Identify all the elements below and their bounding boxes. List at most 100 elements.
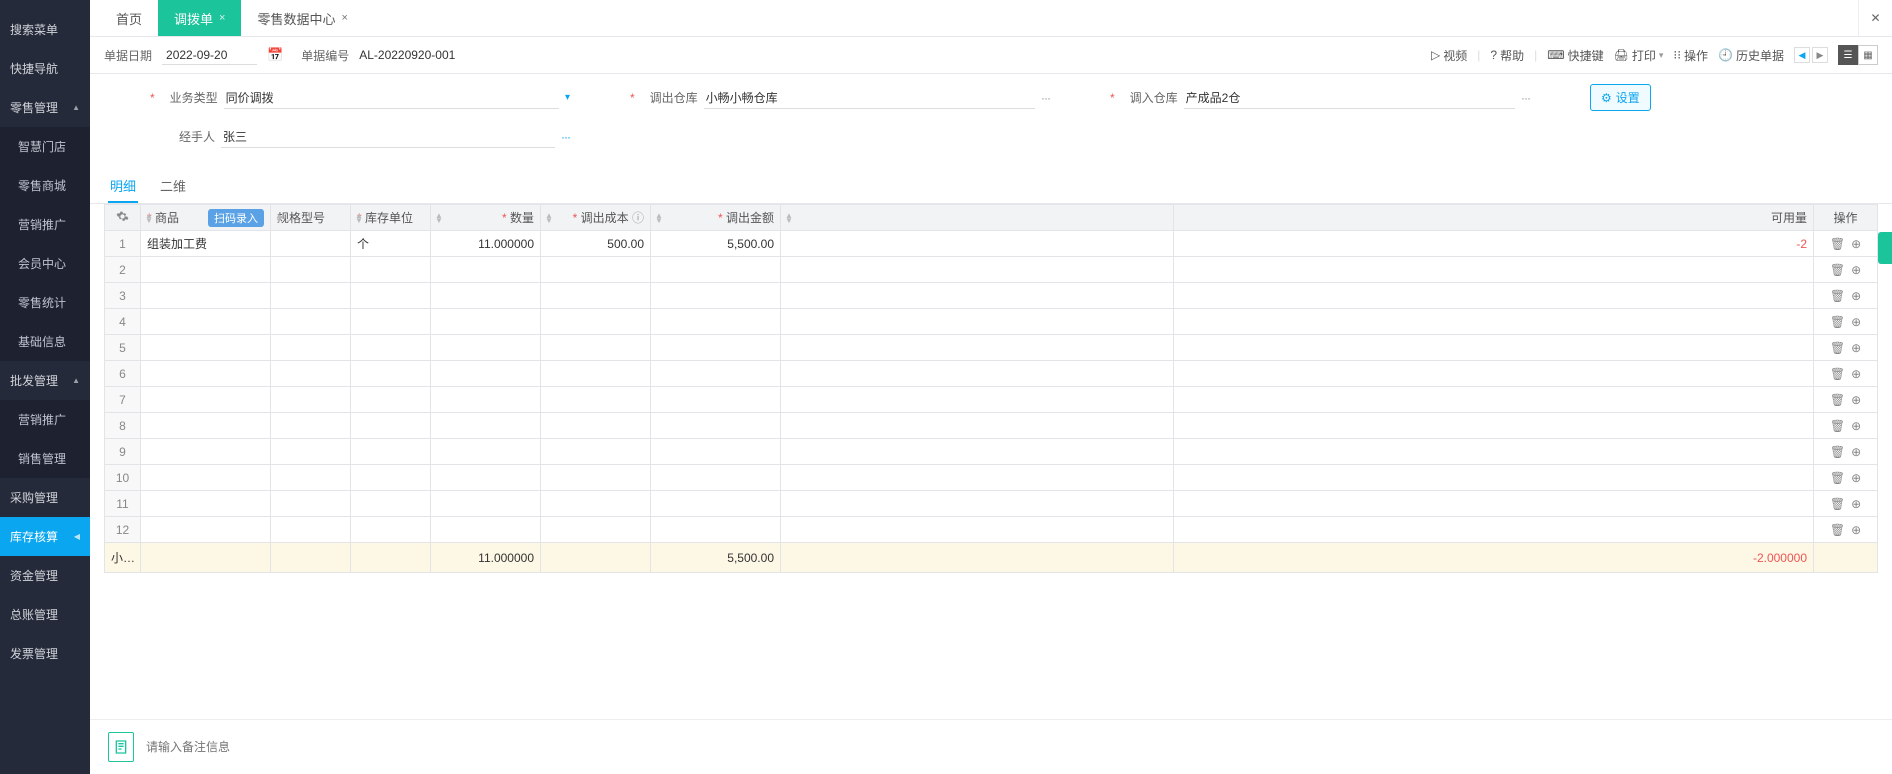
table-row[interactable]: 11🗑⊕ <box>105 491 1878 517</box>
table-row[interactable]: 3🗑⊕ <box>105 283 1878 309</box>
sort-icon: ▲▼ <box>145 213 153 223</box>
handler-input[interactable] <box>221 125 555 148</box>
subtab-明细[interactable]: 明细 <box>108 170 138 203</box>
sidebar-item-搜索菜单[interactable]: 搜索菜单 <box>0 10 90 49</box>
help-link[interactable]: ? 帮助 <box>1490 47 1524 64</box>
view-grid-button[interactable]: ▦ <box>1858 45 1878 65</box>
note-icon[interactable] <box>108 732 134 762</box>
out-wh-input[interactable] <box>704 86 1035 109</box>
delete-row-icon[interactable]: 🗑 <box>1830 497 1845 511</box>
table-row[interactable]: 5🗑⊕ <box>105 335 1878 361</box>
add-row-icon[interactable]: ⊕ <box>1851 263 1861 277</box>
col-amt[interactable]: ▲▼* 调出金额 <box>651 205 781 231</box>
subtab-二维[interactable]: 二维 <box>158 170 188 203</box>
tab-首页[interactable]: 首页 <box>100 0 158 36</box>
close-icon[interactable]: × <box>341 12 347 24</box>
sidebar-item-库存核算[interactable]: 库存核算◀ <box>0 517 90 556</box>
table-row[interactable]: 8🗑⊕ <box>105 413 1878 439</box>
delete-row-icon[interactable]: 🗑 <box>1830 237 1845 251</box>
col-avail[interactable]: 可用量 <box>1174 205 1814 231</box>
right-drawer-handle[interactable] <box>1878 232 1892 264</box>
sidebar-item-智慧门店[interactable]: 智慧门店 <box>0 127 90 166</box>
sidebar-item-零售管理[interactable]: 零售管理▲ <box>0 88 90 127</box>
tab-调拨单[interactable]: 调拨单× <box>158 0 241 36</box>
sidebar-item-营销推广[interactable]: 营销推广 <box>0 400 90 439</box>
table-row[interactable]: 6🗑⊕ <box>105 361 1878 387</box>
close-icon[interactable]: × <box>219 12 225 24</box>
sidebar-item-批发管理[interactable]: 批发管理▲ <box>0 361 90 400</box>
add-row-icon[interactable]: ⊕ <box>1851 367 1861 381</box>
add-row-icon[interactable]: ⊕ <box>1851 237 1861 251</box>
table-row[interactable]: 1组装加工费个11.000000500.005,500.00-2🗑⊕ <box>105 231 1878 257</box>
view-toggle: ☰ ▦ <box>1838 45 1878 65</box>
print-button[interactable]: 🖨 打印 ▾ <box>1614 47 1664 64</box>
table-row[interactable]: 2🗑⊕ <box>105 257 1878 283</box>
sidebar-item-总账管理[interactable]: 总账管理 <box>0 595 90 634</box>
col-product[interactable]: ▲▼ * 商品 扫码录入 <box>141 205 271 231</box>
doc-no-value: AL-20220920-001 <box>359 48 455 62</box>
history-button[interactable]: 🕘 历史单据 <box>1718 47 1784 64</box>
next-doc-button[interactable]: ▶ <box>1812 47 1828 63</box>
add-row-icon[interactable]: ⊕ <box>1851 289 1861 303</box>
sidebar-item-快捷导航[interactable]: 快捷导航 <box>0 49 90 88</box>
delete-row-icon[interactable]: 🗑 <box>1830 393 1845 407</box>
sidebar-item-零售商城[interactable]: 零售商城 <box>0 166 90 205</box>
col-unit[interactable]: ▲▼* 库存单位 <box>351 205 431 231</box>
more-icon[interactable]: ··· <box>1041 91 1050 105</box>
scan-entry-button[interactable]: 扫码录入 <box>208 209 264 227</box>
delete-row-icon[interactable]: 🗑 <box>1830 471 1845 485</box>
delete-row-icon[interactable]: 🗑 <box>1830 263 1845 277</box>
info-icon[interactable]: ⓘ <box>632 211 644 225</box>
hotkey-link[interactable]: ⌨ 快捷键 <box>1547 47 1603 64</box>
table-row[interactable]: 9🗑⊕ <box>105 439 1878 465</box>
more-icon[interactable]: ··· <box>1521 91 1530 105</box>
settings-button[interactable]: ⚙ 设置 <box>1590 84 1651 111</box>
delete-row-icon[interactable]: 🗑 <box>1830 523 1845 537</box>
delete-row-icon[interactable]: 🗑 <box>1830 367 1845 381</box>
sidebar-item-零售统计[interactable]: 零售统计 <box>0 283 90 322</box>
table-row[interactable]: 10🗑⊕ <box>105 465 1878 491</box>
sidebar-item-营销推广[interactable]: 营销推广 <box>0 205 90 244</box>
tab-零售数据中心[interactable]: 零售数据中心× <box>241 0 363 36</box>
add-row-icon[interactable]: ⊕ <box>1851 471 1861 485</box>
sidebar-item-资金管理[interactable]: 资金管理 <box>0 556 90 595</box>
col-qty[interactable]: ▲▼* 数量 <box>431 205 541 231</box>
calendar-icon[interactable]: 📅 <box>267 47 283 63</box>
doc-date-input[interactable] <box>162 46 257 65</box>
add-row-icon[interactable]: ⊕ <box>1851 419 1861 433</box>
delete-row-icon[interactable]: 🗑 <box>1830 445 1845 459</box>
delete-row-icon[interactable]: 🗑 <box>1830 341 1845 355</box>
prev-doc-button[interactable]: ◀ <box>1794 47 1810 63</box>
chevron-down-icon[interactable]: ▾ <box>565 92 570 103</box>
remarks-input[interactable] <box>146 740 446 754</box>
add-row-icon[interactable]: ⊕ <box>1851 445 1861 459</box>
view-list-button[interactable]: ☰ <box>1838 45 1858 65</box>
add-row-icon[interactable]: ⊕ <box>1851 341 1861 355</box>
col-settings-button[interactable] <box>105 205 141 231</box>
delete-row-icon[interactable]: 🗑 <box>1830 315 1845 329</box>
col-spec[interactable]: ▲▼规格型号 <box>271 205 351 231</box>
sidebar-item-销售管理[interactable]: 销售管理 <box>0 439 90 478</box>
more-icon[interactable]: ··· <box>561 130 570 144</box>
sidebar-item-发票管理[interactable]: 发票管理 <box>0 634 90 673</box>
table-row[interactable]: 7🗑⊕ <box>105 387 1878 413</box>
table-row[interactable]: 12🗑⊕ <box>105 517 1878 543</box>
add-row-icon[interactable]: ⊕ <box>1851 315 1861 329</box>
sidebar-item-采购管理[interactable]: 采购管理 <box>0 478 90 517</box>
sidebar-item-会员中心[interactable]: 会员中心 <box>0 244 90 283</box>
doc-no-label: 单据编号 <box>301 47 349 64</box>
in-wh-input[interactable] <box>1184 86 1515 109</box>
table-row[interactable]: 4🗑⊕ <box>105 309 1878 335</box>
add-row-icon[interactable]: ⊕ <box>1851 393 1861 407</box>
delete-row-icon[interactable]: 🗑 <box>1830 419 1845 433</box>
sidebar-item-基础信息[interactable]: 基础信息 <box>0 322 90 361</box>
close-all-tabs[interactable]: ✕ <box>1858 0 1892 36</box>
col-cost[interactable]: ▲▼* 调出成本 ⓘ <box>541 205 651 231</box>
subtotal-row: 小计 11.000000 5,500.00 -2.000000 <box>105 543 1878 573</box>
add-row-icon[interactable]: ⊕ <box>1851 523 1861 537</box>
delete-row-icon[interactable]: 🗑 <box>1830 289 1845 303</box>
action-button[interactable]: ⁝⁝ 操作 <box>1673 47 1708 64</box>
video-link[interactable]: ▷ 视频 <box>1431 47 1467 64</box>
add-row-icon[interactable]: ⊕ <box>1851 497 1861 511</box>
biz-type-input[interactable] <box>224 86 559 109</box>
